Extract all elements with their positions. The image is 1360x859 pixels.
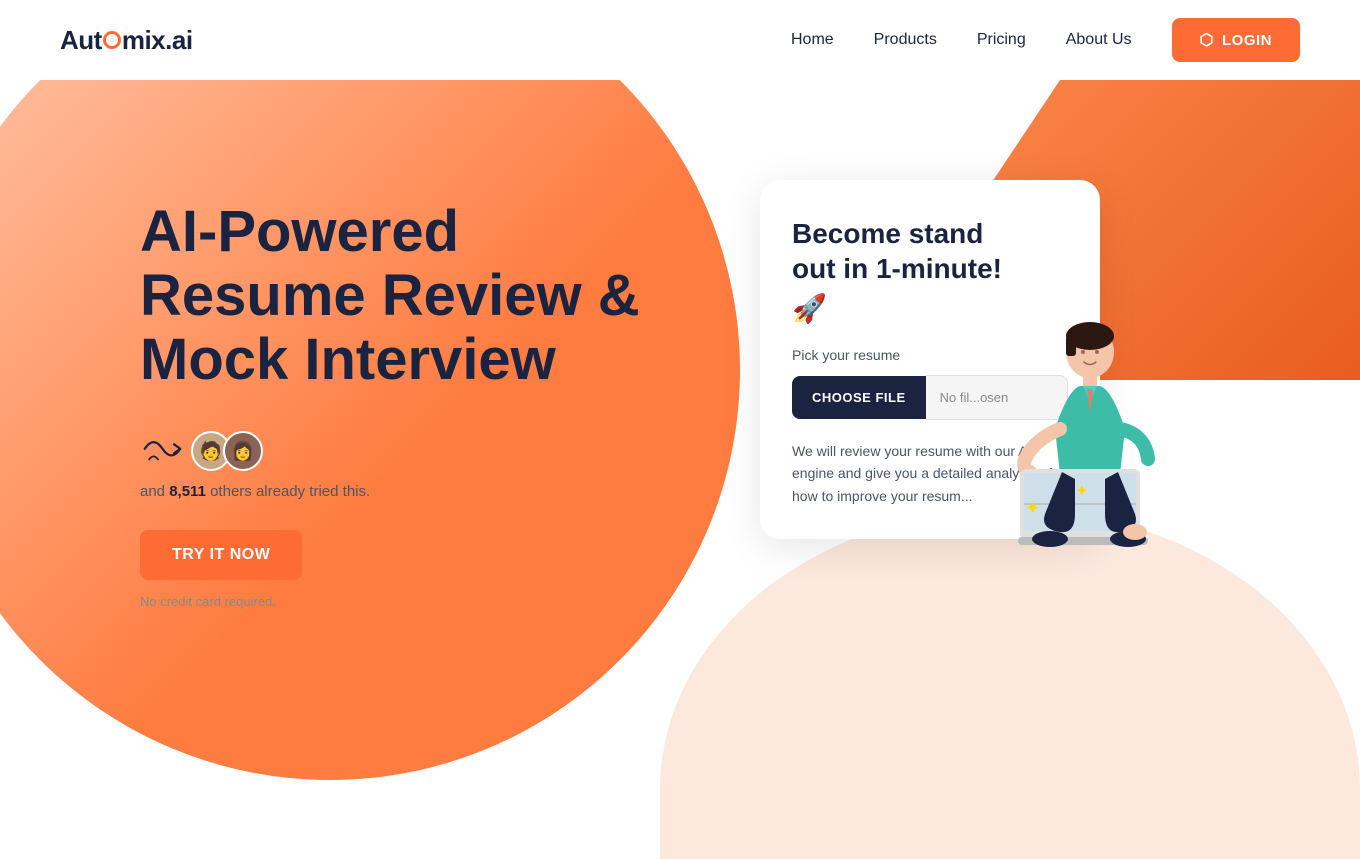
navbar: Autmix.ai Home Products Pricing About Us…	[0, 0, 1360, 80]
nav-item-products[interactable]: Products	[874, 31, 937, 49]
hero-right: Become stand out in 1-minute! 🚀 Pick you…	[760, 180, 1100, 539]
login-icon: ⬡	[1200, 30, 1214, 50]
nav-item-pricing[interactable]: Pricing	[977, 31, 1026, 49]
tried-count-text: and 8,511 others already tried this.	[140, 483, 700, 500]
nav-login[interactable]: ⬡ LOGIN	[1172, 18, 1300, 62]
hero-left: AI-Powered Resume Review & Mock Intervie…	[140, 160, 700, 609]
no-credit-card-text: No credit card required.	[140, 594, 700, 609]
try-it-now-button[interactable]: TRY IT NOW	[140, 530, 302, 580]
squiggle-arrow-icon	[140, 431, 185, 471]
logo[interactable]: Autmix.ai	[60, 25, 193, 56]
hero-content: AI-Powered Resume Review & Mock Intervie…	[0, 80, 1360, 669]
person-illustration: ✦	[980, 314, 1180, 599]
hero-title: AI-Powered Resume Review & Mock Intervie…	[140, 200, 700, 391]
nav-item-home[interactable]: Home	[791, 31, 834, 49]
logo-o-icon	[103, 31, 121, 49]
svg-text:✦: ✦	[1075, 483, 1088, 500]
person-svg: ✦	[980, 314, 1180, 594]
nav-item-about[interactable]: About Us	[1066, 31, 1132, 49]
hero-section: AI-Powered Resume Review & Mock Intervie…	[0, 80, 1360, 859]
nav-links: Home Products Pricing About Us ⬡ LOGIN	[791, 18, 1300, 62]
login-button[interactable]: ⬡ LOGIN	[1172, 18, 1300, 62]
user-avatars: 🧑 👩	[140, 431, 700, 471]
card-title: Become stand out in 1-minute!	[792, 216, 1068, 286]
avatar-2: 👩	[223, 431, 263, 471]
choose-file-button[interactable]: CHOOSE FILE	[792, 376, 926, 419]
star-decoration: ✦	[1025, 498, 1040, 519]
avatar-group: 🧑 👩	[191, 431, 263, 471]
